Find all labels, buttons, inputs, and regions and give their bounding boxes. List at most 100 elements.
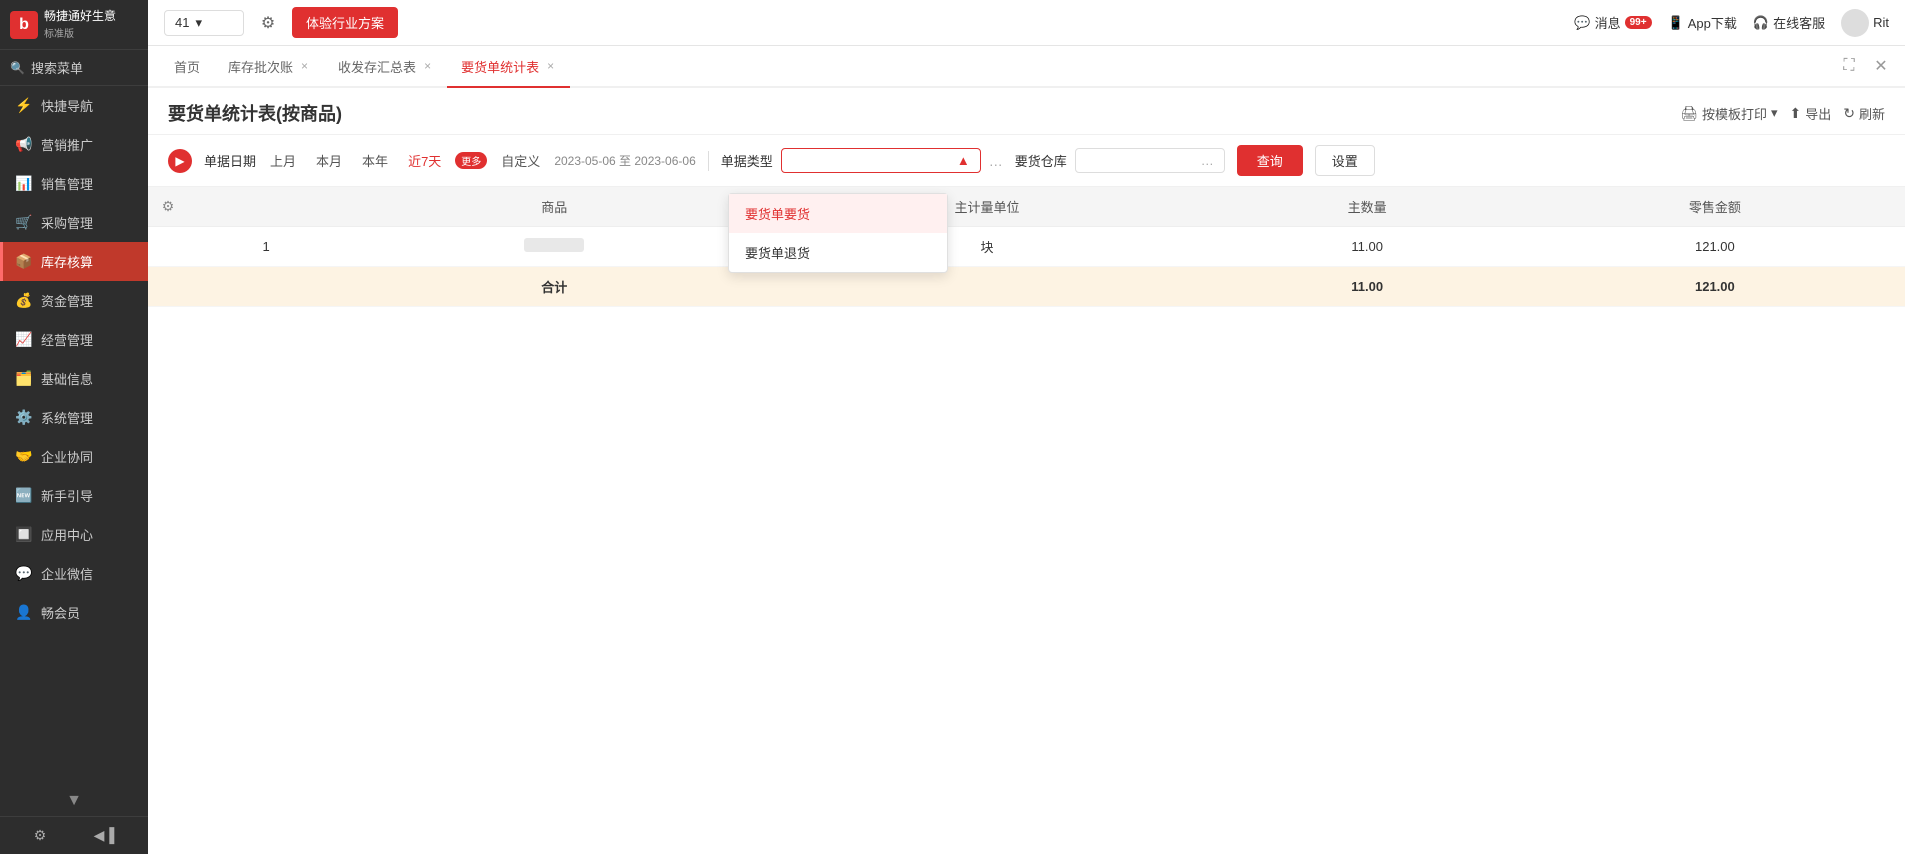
member-icon: 👤 [13, 604, 35, 621]
tab-order-stats-close[interactable]: × [545, 57, 556, 75]
dropdown-item-order-goods[interactable]: 要货单要货 [729, 194, 947, 233]
page-header: 要货单统计表(按商品) 🖨 按模板打印 ▾ ⬆ 导出 ↻ 刷新 [148, 88, 1905, 135]
header-right: 💬 消息 99+ 📱 App下载 🎧 在线客服 Rit [1574, 9, 1889, 37]
sales-label: 销售管理 [41, 174, 93, 193]
doc-type-select[interactable]: ▲ [781, 148, 981, 173]
print-chevron-icon: ▾ [1771, 105, 1778, 121]
base-icon: 🗂️ [13, 370, 35, 387]
tab-bar: 首页 库存批次账 × 收发存汇总表 × 要货单统计表 × ⛶ ✕ [148, 46, 1905, 88]
sidebar-item-marketing[interactable]: 📢 营销推广 [0, 125, 148, 164]
date-prev-btn[interactable]: 上月 [264, 148, 302, 173]
app-download-icon: 📱 [1668, 15, 1684, 31]
sidebar-item-member[interactable]: 👤 畅会员 [0, 593, 148, 632]
row-amount-cell: 121.00 [1525, 227, 1905, 267]
apps-icon: 🔲 [13, 526, 35, 543]
refresh-btn[interactable]: ↻ 刷新 [1843, 104, 1885, 123]
industry-btn[interactable]: 体验行业方案 [292, 7, 398, 38]
sidebar: b 畅捷通好生意 标准版 🔍 搜索菜单 ⚡ 快捷导航 📢 营销推广 📊 销售管理… [0, 0, 148, 854]
user-menu[interactable]: Rit [1841, 9, 1889, 37]
main-area: 41 ▾ ⚙ 体验行业方案 💬 消息 99+ 📱 App下载 🎧 在线客服 [148, 0, 1905, 854]
system-label: 系统管理 [41, 408, 93, 427]
export-icon: ⬆ [1790, 105, 1802, 122]
finance-label: 资金管理 [41, 291, 93, 310]
export-btn[interactable]: ⬆ 导出 [1790, 104, 1832, 123]
filter-expand-btn[interactable]: ▶ [168, 149, 192, 173]
col-goods: 商品 [344, 187, 764, 227]
search-icon: 🔍 [10, 61, 25, 75]
message-label: 消息 [1595, 13, 1621, 32]
filter-bar: ▶ 单据日期 上月 本月 本年 近7天 更多 自定义 2023-05-06 至 … [148, 135, 1905, 187]
content-area: 要货单统计表(按商品) 🖨 按模板打印 ▾ ⬆ 导出 ↻ 刷新 [148, 88, 1905, 854]
tab-receipt-summary-close[interactable]: × [422, 57, 433, 75]
tab-maximize-btn[interactable]: ⛶ [1837, 54, 1861, 78]
query-btn[interactable]: 查询 [1237, 145, 1303, 176]
sidebar-item-operations[interactable]: 📈 经营管理 [0, 320, 148, 359]
refresh-icon: ↻ [1843, 105, 1855, 122]
footer-quantity-cell: 11.00 [1210, 267, 1525, 307]
export-label: 导出 [1805, 104, 1831, 123]
sidebar-item-wechat[interactable]: 💬 企业微信 [0, 554, 148, 593]
sidebar-item-inventory[interactable]: 📦 库存核算 [0, 242, 148, 281]
warehouse-select[interactable]: … [1075, 148, 1225, 173]
tab-receipt-summary[interactable]: 收发存汇总表 × [324, 46, 447, 88]
sidebar-item-apps[interactable]: 🔲 应用中心 [0, 515, 148, 554]
tab-inventory-batch[interactable]: 库存批次账 × [214, 46, 324, 88]
page-title: 要货单统计表(按商品) [168, 100, 342, 126]
warehouse-more-btn: … [1201, 153, 1214, 168]
date-current-btn[interactable]: 本月 [310, 148, 348, 173]
sidebar-collapse-btn[interactable]: ◀▐ [94, 827, 115, 844]
app-download-label: App下载 [1688, 13, 1737, 32]
refresh-label: 刷新 [1859, 104, 1885, 123]
tab-close-all-btn[interactable]: ✕ [1869, 54, 1893, 78]
warehouse-label: 要货仓库 [1015, 151, 1067, 170]
header-settings-icon[interactable]: ⚙ [254, 9, 282, 37]
tab-order-stats[interactable]: 要货单统计表 × [447, 46, 570, 88]
sidebar-item-guide[interactable]: 🆕 新手引导 [0, 476, 148, 515]
page-actions: 🖨 按模板打印 ▾ ⬆ 导出 ↻ 刷新 [1680, 104, 1885, 123]
quick-nav-icon: ⚡ [13, 97, 35, 114]
sidebar-item-quick-nav[interactable]: ⚡ 快捷导航 [0, 86, 148, 125]
sidebar-search-label: 搜索菜单 [31, 58, 83, 77]
sidebar-item-finance[interactable]: 💰 资金管理 [0, 281, 148, 320]
sidebar-nav: ⚡ 快捷导航 📢 营销推广 📊 销售管理 🛒 采购管理 📦 库存核算 💰 资金管… [0, 86, 148, 786]
settings-btn[interactable]: 设置 [1315, 145, 1375, 176]
system-icon: ⚙️ [13, 409, 35, 426]
date-custom-btn[interactable]: 自定义 [495, 148, 546, 173]
sidebar-scroll-down[interactable]: ▼ [0, 786, 148, 816]
tab-home-label: 首页 [174, 57, 200, 76]
date-filter-label: 单据日期 [204, 151, 256, 170]
online-service-btn[interactable]: 🎧 在线客服 [1753, 13, 1825, 32]
table-settings-icon[interactable]: ⚙ [162, 198, 175, 214]
operations-icon: 📈 [13, 331, 35, 348]
guide-icon: 🆕 [13, 487, 35, 504]
date-last7-btn[interactable]: 近7天 [402, 148, 447, 173]
wechat-icon: 💬 [13, 565, 35, 582]
tab-home[interactable]: 首页 [160, 46, 214, 88]
tab-inventory-batch-close[interactable]: × [299, 57, 310, 75]
date-year-btn[interactable]: 本年 [356, 148, 394, 173]
goods-placeholder [524, 238, 584, 252]
inventory-label: 库存核算 [41, 252, 93, 271]
sidebar-search[interactable]: 🔍 搜索菜单 [0, 50, 148, 86]
sidebar-item-system[interactable]: ⚙️ 系统管理 [0, 398, 148, 437]
footer-amount-cell: 121.00 [1525, 267, 1905, 307]
sidebar-item-base[interactable]: 🗂️ 基础信息 [0, 359, 148, 398]
print-template-btn[interactable]: 🖨 按模板打印 ▾ [1680, 104, 1777, 123]
enterprise-label: 企业协同 [41, 447, 93, 466]
sidebar-item-enterprise[interactable]: 🤝 企业协同 [0, 437, 148, 476]
footer-label-cell: 合计 [344, 267, 764, 307]
user-name: Rit [1873, 15, 1889, 30]
sidebar-item-sales[interactable]: 📊 销售管理 [0, 164, 148, 203]
doc-type-more-btn[interactable]: … [989, 153, 1003, 169]
tab-receipt-summary-label: 收发存汇总表 [338, 57, 416, 76]
sales-icon: 📊 [13, 175, 35, 192]
company-selector[interactable]: 41 ▾ [164, 10, 244, 36]
sidebar-item-purchase[interactable]: 🛒 采购管理 [0, 203, 148, 242]
dropdown-item-order-return[interactable]: 要货单退货 [729, 233, 947, 272]
app-download-btn[interactable]: 📱 App下载 [1668, 13, 1737, 32]
header-left: 41 ▾ ⚙ 体验行业方案 [164, 7, 398, 38]
sidebar-settings-btn[interactable]: ⚙ [34, 827, 47, 844]
filter-separator-1 [708, 151, 709, 171]
inventory-icon: 📦 [13, 253, 35, 270]
message-btn[interactable]: 💬 消息 99+ [1574, 13, 1651, 32]
